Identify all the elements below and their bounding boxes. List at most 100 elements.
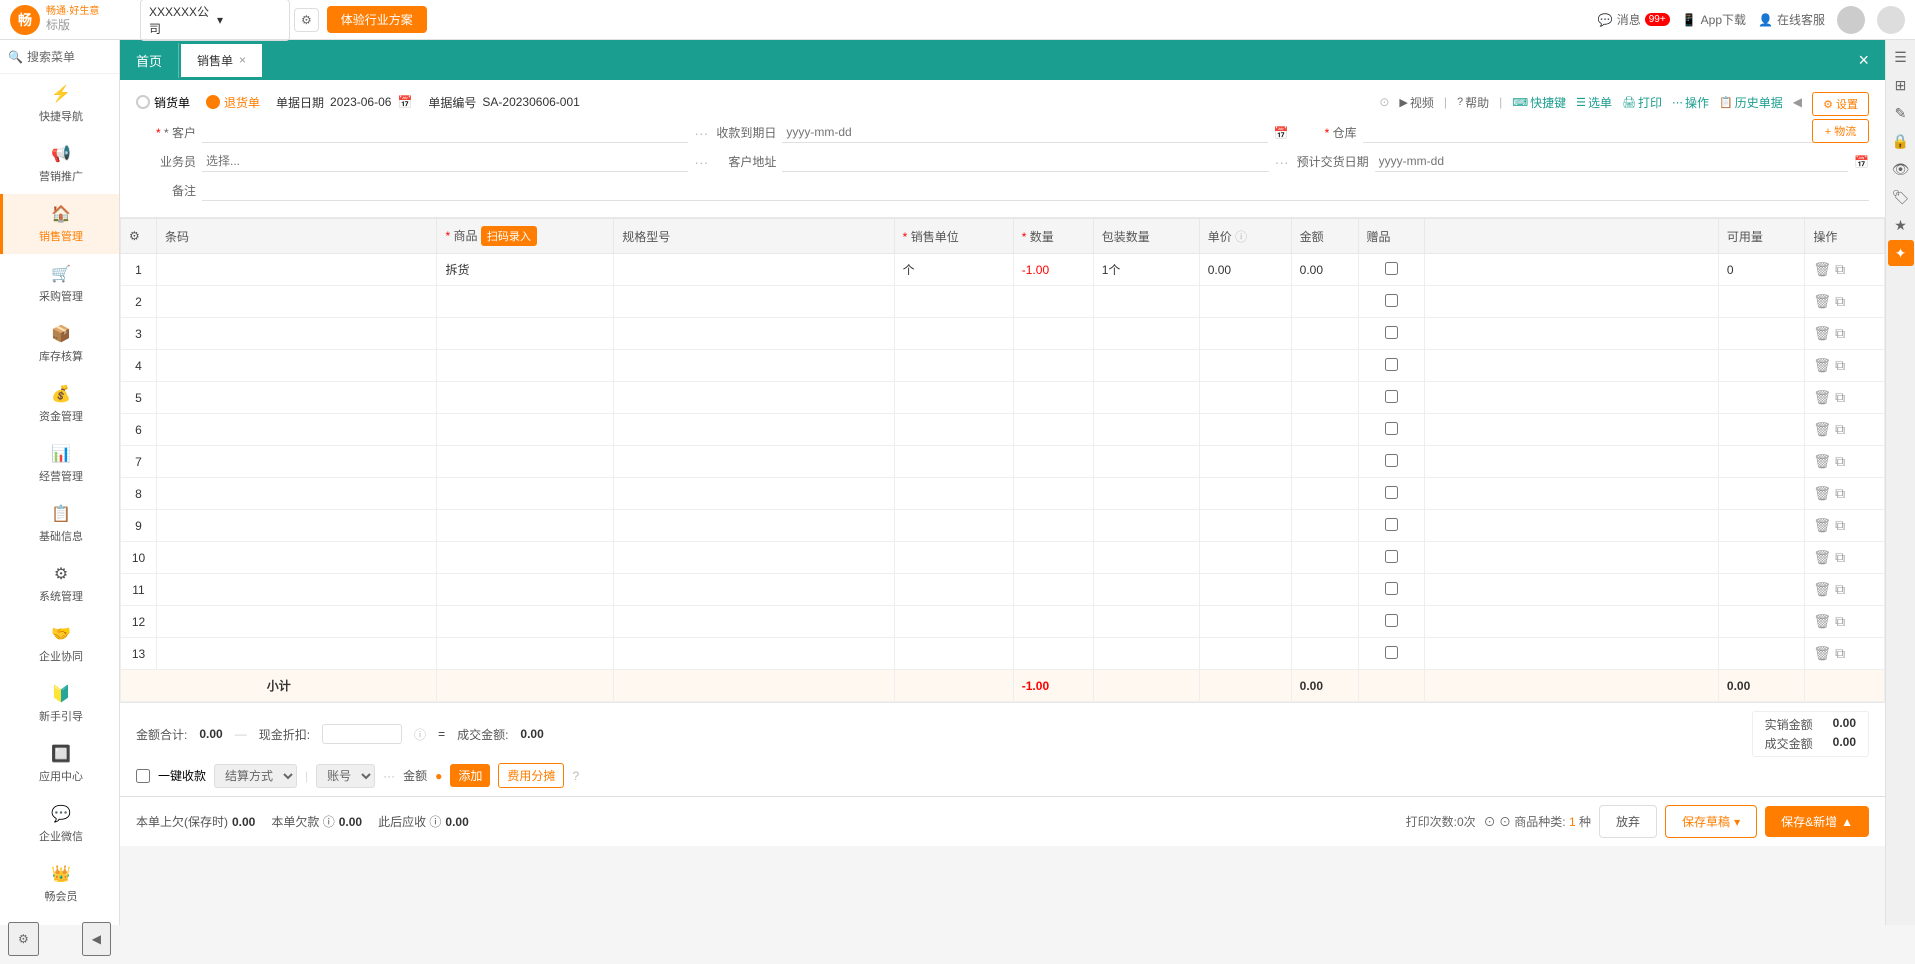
- th-settings[interactable]: ⚙: [121, 219, 157, 254]
- copy-row-btn[interactable]: ⧉: [1835, 645, 1845, 662]
- cell-remark[interactable]: [1425, 414, 1719, 446]
- delete-row-btn[interactable]: 🗑: [1813, 421, 1831, 438]
- cell-product[interactable]: [437, 446, 614, 478]
- cell-remark[interactable]: [1425, 478, 1719, 510]
- cell-unit-price[interactable]: 0.00: [1199, 254, 1291, 286]
- copy-row-btn[interactable]: ⧉: [1835, 517, 1845, 534]
- cell-barcode[interactable]: [157, 318, 437, 350]
- form-logistics-btn[interactable]: + 物流: [1812, 119, 1869, 143]
- cell-spec[interactable]: [614, 254, 894, 286]
- cell-pack-qty[interactable]: [1093, 478, 1199, 510]
- sidebar-item-quick-nav[interactable]: ⚡ 快捷导航: [0, 74, 119, 134]
- cell-remark[interactable]: [1425, 286, 1719, 318]
- cash-discount-help-icon[interactable]: ⓘ: [414, 726, 426, 743]
- cell-product[interactable]: [437, 382, 614, 414]
- cell-unit-price[interactable]: [1199, 350, 1291, 382]
- cell-barcode[interactable]: [157, 414, 437, 446]
- delete-row-btn[interactable]: 🗑: [1813, 613, 1831, 630]
- cell-gift[interactable]: [1358, 542, 1425, 574]
- right-panel-tag[interactable]: 🏷: [1888, 184, 1914, 210]
- copy-row-btn[interactable]: ⧉: [1835, 421, 1845, 438]
- right-panel-table-view[interactable]: ☰: [1888, 44, 1914, 70]
- cell-remark[interactable]: [1425, 350, 1719, 382]
- cell-product[interactable]: [437, 478, 614, 510]
- cell-remark[interactable]: [1425, 638, 1719, 670]
- sidebar-collapse-btn[interactable]: ◀: [82, 922, 111, 956]
- cell-barcode[interactable]: [157, 542, 437, 574]
- user-avatar[interactable]: [1837, 6, 1865, 34]
- cell-unit[interactable]: [894, 446, 1013, 478]
- delete-row-btn[interactable]: 🗑: [1813, 357, 1831, 374]
- print-btn[interactable]: 🖨 打印: [1622, 94, 1662, 111]
- sidebar-item-base[interactable]: 📋 基础信息: [0, 494, 119, 554]
- cell-gift[interactable]: [1358, 510, 1425, 542]
- cell-product[interactable]: [437, 414, 614, 446]
- cell-unit[interactable]: [894, 542, 1013, 574]
- save-new-btn[interactable]: 保存&新增 ▲: [1765, 806, 1869, 837]
- product-count[interactable]: 1: [1569, 815, 1576, 829]
- cell-spec[interactable]: [614, 350, 894, 382]
- delete-row-btn[interactable]: 🗑: [1813, 645, 1831, 662]
- video-btn[interactable]: ▶ 视频: [1399, 94, 1433, 111]
- cell-gift[interactable]: [1358, 606, 1425, 638]
- tab-sales-order[interactable]: 销售单 ×: [181, 44, 262, 77]
- salesperson-input[interactable]: [202, 151, 688, 172]
- cell-amount[interactable]: [1291, 542, 1358, 574]
- cell-amount[interactable]: [1291, 638, 1358, 670]
- cell-barcode[interactable]: [157, 606, 437, 638]
- cell-qty[interactable]: [1013, 638, 1093, 670]
- cell-pack-qty[interactable]: [1093, 446, 1199, 478]
- expense-split-btn[interactable]: 费用分摊: [498, 763, 564, 788]
- cell-spec[interactable]: [614, 414, 894, 446]
- cell-amount[interactable]: [1291, 574, 1358, 606]
- scan-input-btn[interactable]: 扫码录入: [481, 226, 537, 246]
- due-date-input[interactable]: [782, 122, 1267, 143]
- cell-amount[interactable]: [1291, 414, 1358, 446]
- copy-row-btn[interactable]: ⧉: [1835, 389, 1845, 406]
- cell-qty[interactable]: [1013, 510, 1093, 542]
- sidebar-search[interactable]: 🔍 搜索菜单: [0, 40, 119, 74]
- cell-gift[interactable]: [1358, 318, 1425, 350]
- right-panel-lock[interactable]: 🔒: [1888, 128, 1914, 154]
- warehouse-input[interactable]: 建材仓: [1363, 122, 1849, 143]
- delete-row-btn[interactable]: 🗑: [1813, 549, 1831, 566]
- cell-barcode[interactable]: [157, 446, 437, 478]
- cell-gift[interactable]: [1358, 574, 1425, 606]
- delete-row-btn[interactable]: 🗑: [1813, 325, 1831, 342]
- discard-btn[interactable]: 放弃: [1599, 805, 1657, 838]
- cell-amount[interactable]: [1291, 478, 1358, 510]
- cell-remark[interactable]: [1425, 542, 1719, 574]
- cell-remark[interactable]: [1425, 510, 1719, 542]
- company-selector[interactable]: XXXXXX公司 ▾: [140, 0, 290, 41]
- cell-pack-qty[interactable]: [1093, 510, 1199, 542]
- cell-spec[interactable]: [614, 318, 894, 350]
- cell-unit-price[interactable]: [1199, 318, 1291, 350]
- address-more-btn[interactable]: ···: [1275, 154, 1289, 170]
- cell-pack-qty[interactable]: [1093, 318, 1199, 350]
- app-download-btn[interactable]: 📱 App下载: [1682, 11, 1746, 28]
- notes-input[interactable]: [202, 180, 1869, 201]
- sidebar-item-marketing[interactable]: 📢 营销推广: [0, 134, 119, 194]
- cell-barcode[interactable]: [157, 286, 437, 318]
- chevron-up-icon[interactable]: ▲: [1841, 815, 1853, 829]
- user-avatar2[interactable]: [1877, 6, 1905, 34]
- due-date-calendar-icon[interactable]: 📅: [1274, 126, 1289, 140]
- cell-unit-price[interactable]: [1199, 446, 1291, 478]
- account-dots-btn[interactable]: ···: [383, 769, 395, 783]
- cell-product[interactable]: [437, 606, 614, 638]
- sidebar-item-finance[interactable]: 💰 资金管理: [0, 374, 119, 434]
- cell-amount[interactable]: [1291, 510, 1358, 542]
- cell-spec[interactable]: [614, 574, 894, 606]
- copy-row-btn[interactable]: ⧉: [1835, 325, 1845, 342]
- cell-pack-qty[interactable]: [1093, 606, 1199, 638]
- cell-product[interactable]: [437, 510, 614, 542]
- cell-barcode[interactable]: [157, 350, 437, 382]
- delete-row-btn[interactable]: 🗑: [1813, 453, 1831, 470]
- delete-row-btn[interactable]: 🗑: [1813, 517, 1831, 534]
- copy-row-btn[interactable]: ⧉: [1835, 357, 1845, 374]
- radio-sales[interactable]: 销货单: [136, 94, 190, 111]
- settlement-select[interactable]: 结算方式: [214, 764, 297, 788]
- copy-row-btn[interactable]: ⧉: [1835, 613, 1845, 630]
- cell-unit-price[interactable]: [1199, 542, 1291, 574]
- cell-spec[interactable]: [614, 542, 894, 574]
